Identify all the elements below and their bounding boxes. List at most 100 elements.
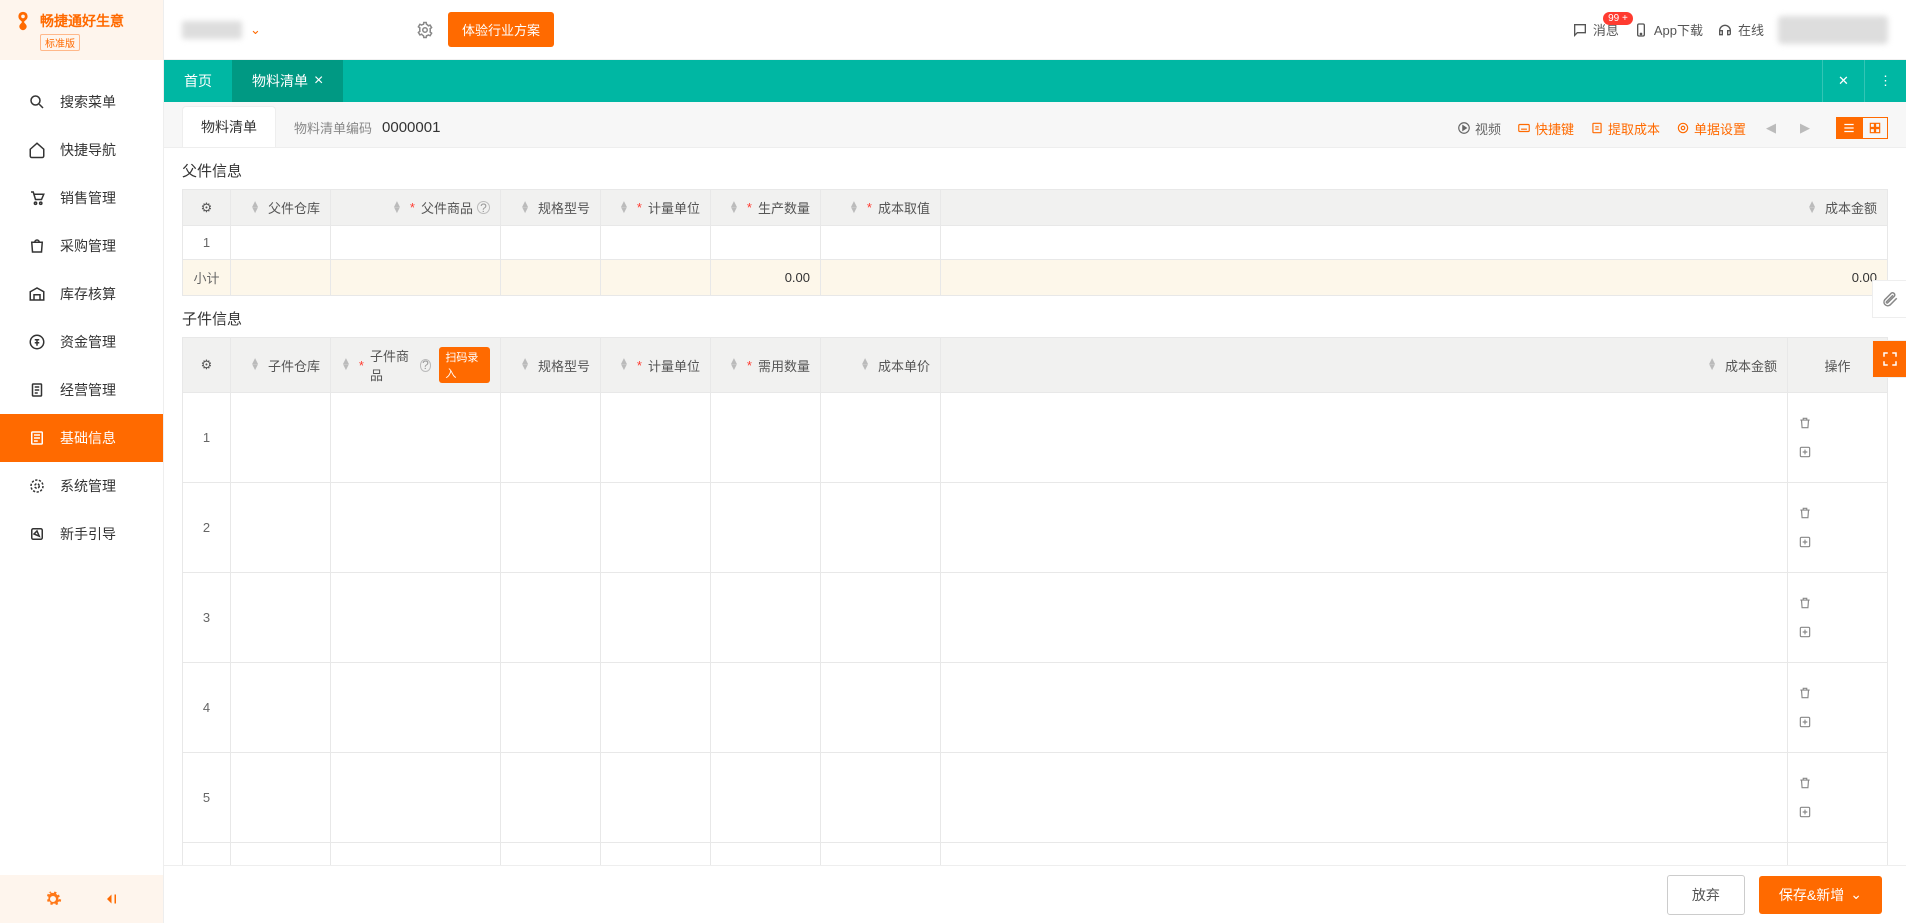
cell-unit-cost[interactable] — [821, 573, 941, 663]
cell-cost-amount[interactable] — [941, 483, 1788, 573]
close-all-tabs[interactable]: ✕ — [1822, 60, 1864, 102]
app-download-button[interactable]: App下载 — [1633, 20, 1703, 39]
delete-row-icon[interactable] — [1798, 686, 1877, 700]
tabs-more[interactable]: ⋮ — [1864, 60, 1906, 102]
sidebar-item-operation[interactable]: 经营管理 — [0, 366, 163, 414]
cell-spec[interactable] — [501, 843, 601, 866]
cell-unit[interactable] — [601, 843, 711, 866]
cell-cost-amount[interactable] — [941, 753, 1788, 843]
cell-warehouse[interactable] — [231, 226, 331, 260]
cell-unit[interactable] — [601, 573, 711, 663]
cell-spec[interactable] — [501, 663, 601, 753]
col-parent-cost-method[interactable]: ▲▼*成本取值 — [821, 190, 941, 226]
cell-spec[interactable] — [501, 483, 601, 573]
cell-cost-amount[interactable] — [941, 663, 1788, 753]
add-row-icon[interactable] — [1798, 445, 1877, 459]
cell-qty[interactable] — [711, 226, 821, 260]
cell-unit[interactable] — [601, 393, 711, 483]
cell-product[interactable] — [331, 483, 501, 573]
cell-need-qty[interactable] — [711, 483, 821, 573]
help-icon[interactable]: ? — [477, 201, 490, 214]
table-row[interactable]: 5 — [183, 753, 1888, 843]
sidebar-item-basic[interactable]: 基础信息 — [0, 414, 163, 462]
cell-unit[interactable] — [601, 753, 711, 843]
try-industry-button[interactable]: 体验行业方案 — [448, 12, 554, 47]
sidebar-item-inventory[interactable]: 库存核算 — [0, 270, 163, 318]
cell-product[interactable] — [331, 753, 501, 843]
cell-spec[interactable] — [501, 226, 601, 260]
col-child-unit[interactable]: ▲▼*计量单位 — [601, 338, 711, 393]
delete-row-icon[interactable] — [1798, 506, 1877, 520]
cell-need-qty[interactable] — [711, 393, 821, 483]
col-parent-unit[interactable]: ▲▼*计量单位 — [601, 190, 711, 226]
col-settings[interactable]: ⚙ — [183, 190, 231, 226]
col-parent-cost-amount[interactable]: ▲▼成本金额 — [941, 190, 1888, 226]
cell-unit-cost[interactable] — [821, 393, 941, 483]
table-row[interactable]: 6 — [183, 843, 1888, 866]
col-child-need-qty[interactable]: ▲▼*需用数量 — [711, 338, 821, 393]
col-child-product[interactable]: ▲▼*子件商品?扫码录入 — [331, 338, 501, 393]
video-button[interactable]: 视频 — [1457, 119, 1501, 138]
tab-home[interactable]: 首页 — [164, 60, 232, 102]
cell-product[interactable] — [331, 663, 501, 753]
settings-icon[interactable] — [44, 890, 62, 908]
table-row[interactable]: 1 — [183, 393, 1888, 483]
col-child-cost-amount[interactable]: ▲▼成本金额 — [941, 338, 1788, 393]
messages-button[interactable]: 消息 99 + — [1572, 20, 1619, 39]
cell-cost-amount[interactable] — [941, 573, 1788, 663]
add-row-icon[interactable] — [1798, 625, 1877, 639]
delete-row-icon[interactable] — [1798, 416, 1877, 430]
close-icon[interactable]: × — [314, 73, 323, 89]
cell-cost-method[interactable] — [821, 226, 941, 260]
table-row[interactable]: 1 — [183, 226, 1888, 260]
page-tab-bom[interactable]: 物料清单 — [182, 106, 276, 147]
cell-cost-amount[interactable] — [941, 843, 1788, 866]
doc-setting-button[interactable]: 单据设置 — [1676, 119, 1746, 138]
org-selector[interactable]: ⌄ — [182, 21, 402, 39]
cell-spec[interactable] — [501, 393, 601, 483]
cell-product[interactable] — [331, 843, 501, 866]
add-row-icon[interactable] — [1798, 535, 1877, 549]
delete-row-icon[interactable] — [1798, 776, 1877, 790]
scan-entry-button[interactable]: 扫码录入 — [439, 347, 490, 383]
sidebar-item-guide[interactable]: 新手引导 — [0, 510, 163, 558]
tab-bom[interactable]: 物料清单 × — [232, 60, 343, 102]
col-child-unit-cost[interactable]: ▲▼成本单价 — [821, 338, 941, 393]
add-row-icon[interactable] — [1798, 715, 1877, 729]
col-parent-product[interactable]: ▲▼*父件商品? — [331, 190, 501, 226]
table-row[interactable]: 2 — [183, 483, 1888, 573]
attachment-widget[interactable] — [1872, 280, 1906, 318]
discard-button[interactable]: 放弃 — [1667, 875, 1745, 915]
cell-warehouse[interactable] — [231, 753, 331, 843]
cell-product[interactable] — [331, 393, 501, 483]
cell-product[interactable] — [331, 573, 501, 663]
help-icon[interactable]: ? — [420, 359, 432, 372]
col-child-warehouse[interactable]: ▲▼子件仓库 — [231, 338, 331, 393]
cell-need-qty[interactable] — [711, 663, 821, 753]
collapse-icon[interactable] — [101, 890, 119, 908]
cell-warehouse[interactable] — [231, 843, 331, 866]
save-new-button[interactable]: 保存&新增⌄ — [1759, 876, 1882, 914]
cell-unit-cost[interactable] — [821, 663, 941, 753]
cell-unit-cost[interactable] — [821, 753, 941, 843]
table-row[interactable]: 3 — [183, 573, 1888, 663]
sidebar-item-purchase[interactable]: 采购管理 — [0, 222, 163, 270]
extract-cost-button[interactable]: 提取成本 — [1590, 119, 1660, 138]
user-avatar-redacted[interactable] — [1778, 16, 1888, 44]
cell-unit[interactable] — [601, 483, 711, 573]
view-list-button[interactable] — [1836, 117, 1862, 139]
fullscreen-widget[interactable] — [1872, 340, 1906, 378]
sidebar-item-search[interactable]: 搜索菜单 — [0, 78, 163, 126]
cell-warehouse[interactable] — [231, 573, 331, 663]
online-service-button[interactable]: 在线 — [1717, 20, 1764, 39]
cell-unit-cost[interactable] — [821, 843, 941, 866]
table-row[interactable]: 4 — [183, 663, 1888, 753]
cell-need-qty[interactable] — [711, 573, 821, 663]
cell-warehouse[interactable] — [231, 393, 331, 483]
sidebar-item-sales[interactable]: 销售管理 — [0, 174, 163, 222]
cell-unit[interactable] — [601, 226, 711, 260]
cell-product[interactable] — [331, 226, 501, 260]
cell-cost-amount[interactable] — [941, 226, 1888, 260]
cell-spec[interactable] — [501, 753, 601, 843]
col-settings[interactable]: ⚙ — [183, 338, 231, 393]
